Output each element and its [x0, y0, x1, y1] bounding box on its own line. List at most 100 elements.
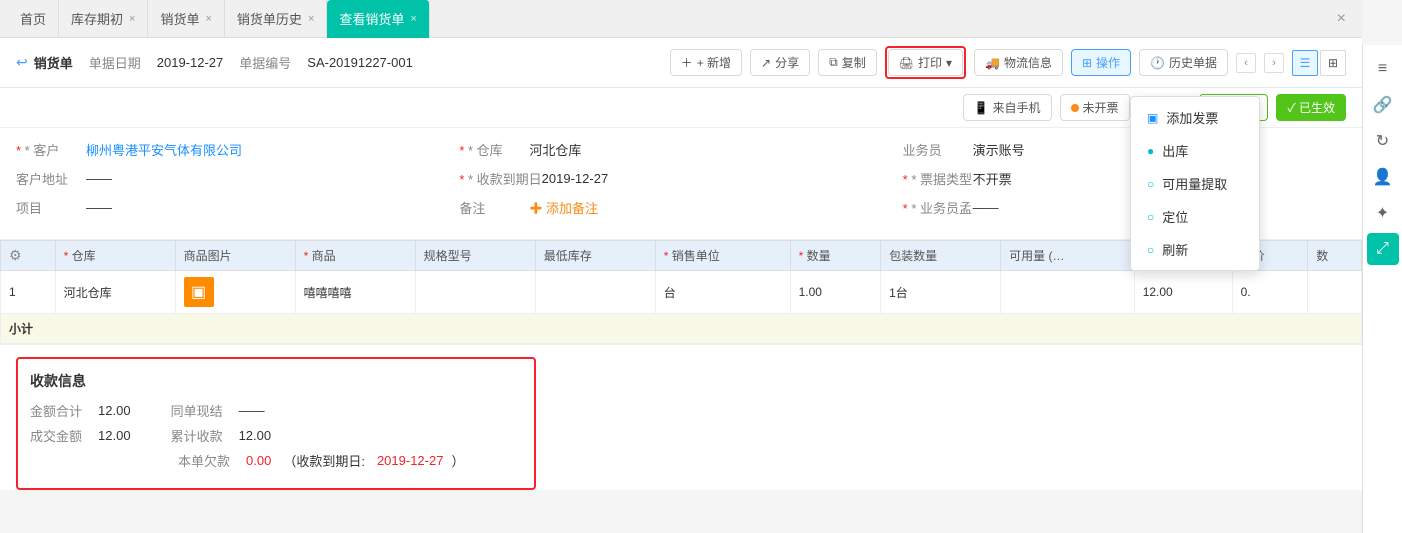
- not-open-button[interactable]: 未开票: [1060, 94, 1130, 121]
- new-button[interactable]: ＋ + 新增: [670, 49, 742, 76]
- available-qty-label: 可用量提取: [1162, 174, 1227, 193]
- refresh-label: 刷新: [1162, 240, 1188, 259]
- share-icon: ↗: [761, 56, 771, 70]
- new-label: + 新增: [697, 54, 731, 71]
- col-min-stock: 最低库存: [535, 241, 655, 271]
- row-product: 嘻嘻嘻嘻: [295, 271, 415, 314]
- tab-inventory-close[interactable]: ×: [129, 13, 135, 25]
- address-label: 客户地址: [16, 169, 86, 188]
- sidebar-icon-1[interactable]: ≡: [1367, 53, 1399, 85]
- tab-sales[interactable]: 销货单 ×: [148, 0, 224, 38]
- payment-row-1: 金额合计 12.00 同单现结 ——: [30, 401, 522, 420]
- tab-view-sales-label: 查看销货单: [339, 9, 404, 28]
- locate-icon: ○: [1147, 210, 1154, 224]
- payment-title: 收款信息: [30, 371, 522, 391]
- logistics-button[interactable]: 🚚 物流信息: [974, 49, 1063, 76]
- share-button[interactable]: ↗ 分享: [750, 49, 810, 76]
- due-date: 2019-12-27: [377, 453, 444, 468]
- product-image: ▣: [184, 277, 214, 307]
- due-date-value: 2019-12-27: [542, 171, 609, 186]
- row-current-stock: 12.00: [1134, 271, 1232, 314]
- grid-view-button[interactable]: ⊞: [1320, 50, 1346, 76]
- project-label: 项目: [16, 198, 86, 217]
- sidebar-icon-5[interactable]: ✦: [1367, 197, 1399, 229]
- staff-field: 业务员 演示账号: [903, 140, 1346, 159]
- logistics-label: 物流信息: [1004, 54, 1052, 71]
- ticket-value: 不开票: [973, 169, 1012, 188]
- row-num: 1: [1, 271, 56, 314]
- col-settings[interactable]: ⚙: [1, 241, 56, 271]
- view-toggle: ☰ ⊞: [1292, 50, 1346, 76]
- sidebar-icon-2[interactable]: 🔗: [1367, 89, 1399, 121]
- same-order-field: 同单现结 ——: [171, 401, 265, 420]
- ship-out-label: 出库: [1162, 141, 1188, 160]
- effective-button[interactable]: ✓ 已生效: [1276, 94, 1346, 121]
- subtotal-label: 小计: [1, 314, 1362, 344]
- row-pack-qty: 1台: [881, 271, 1001, 314]
- warehouse-label: * 仓库: [459, 140, 529, 159]
- tab-view-sales[interactable]: 查看销货单 ×: [327, 0, 429, 38]
- effective-label: ✓ 已生效: [1287, 99, 1335, 116]
- add-note-button[interactable]: ✚ 添加备注: [529, 198, 598, 217]
- col-quantity: 数量: [790, 241, 881, 271]
- prev-record-button[interactable]: ‹: [1236, 53, 1256, 73]
- tab-home[interactable]: 首页: [8, 0, 59, 38]
- col-available: 可用量 (…: [1001, 241, 1135, 271]
- add-invoice-label: 添加发票: [1166, 108, 1218, 127]
- copy-icon: ⧉: [829, 55, 838, 70]
- operate-icon: ⊞: [1082, 56, 1092, 70]
- col-product: 商品: [295, 241, 415, 271]
- add-invoice-item[interactable]: ▣ 添加发票: [1131, 101, 1259, 134]
- operate-button[interactable]: ⊞ 操作: [1071, 49, 1131, 76]
- ship-out-item[interactable]: ● 出库: [1131, 134, 1259, 167]
- share-label: 分享: [775, 54, 799, 71]
- customer-label: * 客户: [16, 140, 86, 159]
- copy-label: 复制: [842, 54, 866, 71]
- print-dropdown-arrow[interactable]: ▾: [946, 56, 952, 70]
- tab-sales-close[interactable]: ×: [205, 13, 211, 25]
- sidebar-icon-3[interactable]: ↻: [1367, 125, 1399, 157]
- tab-inventory[interactable]: 库存期初 ×: [59, 0, 148, 38]
- doc-type-label: 销货单: [34, 53, 73, 72]
- refresh-item[interactable]: ○ 刷新: [1131, 233, 1259, 266]
- deal-amount-field: 成交金额 12.00: [30, 426, 131, 445]
- customer-value[interactable]: 柳州粤港平安气体有限公司: [86, 140, 242, 159]
- row-more: [1308, 271, 1362, 314]
- staff-label: 业务员: [903, 140, 973, 159]
- owed-field: 本单欠款 0.00 （收款到期日: 2019-12-27 ）: [178, 451, 464, 470]
- window-close-button[interactable]: ×: [1329, 10, 1354, 28]
- locate-item[interactable]: ○ 定位: [1131, 200, 1259, 233]
- date-value: 2019-12-27: [157, 55, 224, 70]
- copy-button[interactable]: ⧉ 复制: [818, 49, 877, 76]
- cumulative-field: 累计收款 12.00: [171, 426, 272, 445]
- tab-home-label: 首页: [20, 9, 46, 28]
- sales-staff-label: * 业务员孟: [903, 198, 973, 217]
- sidebar-icon-6[interactable]: ⤢: [1367, 233, 1399, 265]
- row-spec: [415, 271, 535, 314]
- subtotal-row: 小计: [1, 314, 1362, 344]
- from-phone-button[interactable]: 📱 来自手机: [963, 94, 1052, 121]
- product-image-icon: ▣: [191, 282, 206, 302]
- tab-sales-history[interactable]: 销货单历史 ×: [225, 0, 327, 38]
- tab-view-sales-close[interactable]: ×: [410, 13, 416, 25]
- col-product-img: 商品图片: [175, 241, 295, 271]
- owed-label: 本单欠款: [178, 451, 230, 470]
- available-qty-item[interactable]: ○ 可用量提取: [1131, 167, 1259, 200]
- tab-sales-history-label: 销货单历史: [237, 9, 302, 28]
- locate-label: 定位: [1162, 207, 1188, 226]
- total-value: 12.00: [98, 403, 131, 418]
- next-record-button[interactable]: ›: [1264, 53, 1284, 73]
- sidebar-icon-4[interactable]: 👤: [1367, 161, 1399, 193]
- tab-inventory-label: 库存期初: [71, 9, 123, 28]
- due-date-field: * 收款到期日 2019-12-27: [459, 169, 902, 188]
- date-label: 单据日期: [89, 53, 141, 72]
- total-label: 金额合计: [30, 401, 82, 420]
- list-view-button[interactable]: ☰: [1292, 50, 1318, 76]
- payment-section: 收款信息 金额合计 12.00 同单现结 —— 成交金额 12.00 累计收款: [16, 357, 536, 490]
- tab-sales-history-close[interactable]: ×: [308, 13, 314, 25]
- logistics-icon: 🚚: [985, 56, 1000, 70]
- number-label: 单据编号: [239, 53, 291, 72]
- cumulative-value: 12.00: [239, 428, 272, 443]
- history-button[interactable]: 🕐 历史单据: [1139, 49, 1228, 76]
- print-button[interactable]: 🖨 打印 ▾: [888, 49, 963, 76]
